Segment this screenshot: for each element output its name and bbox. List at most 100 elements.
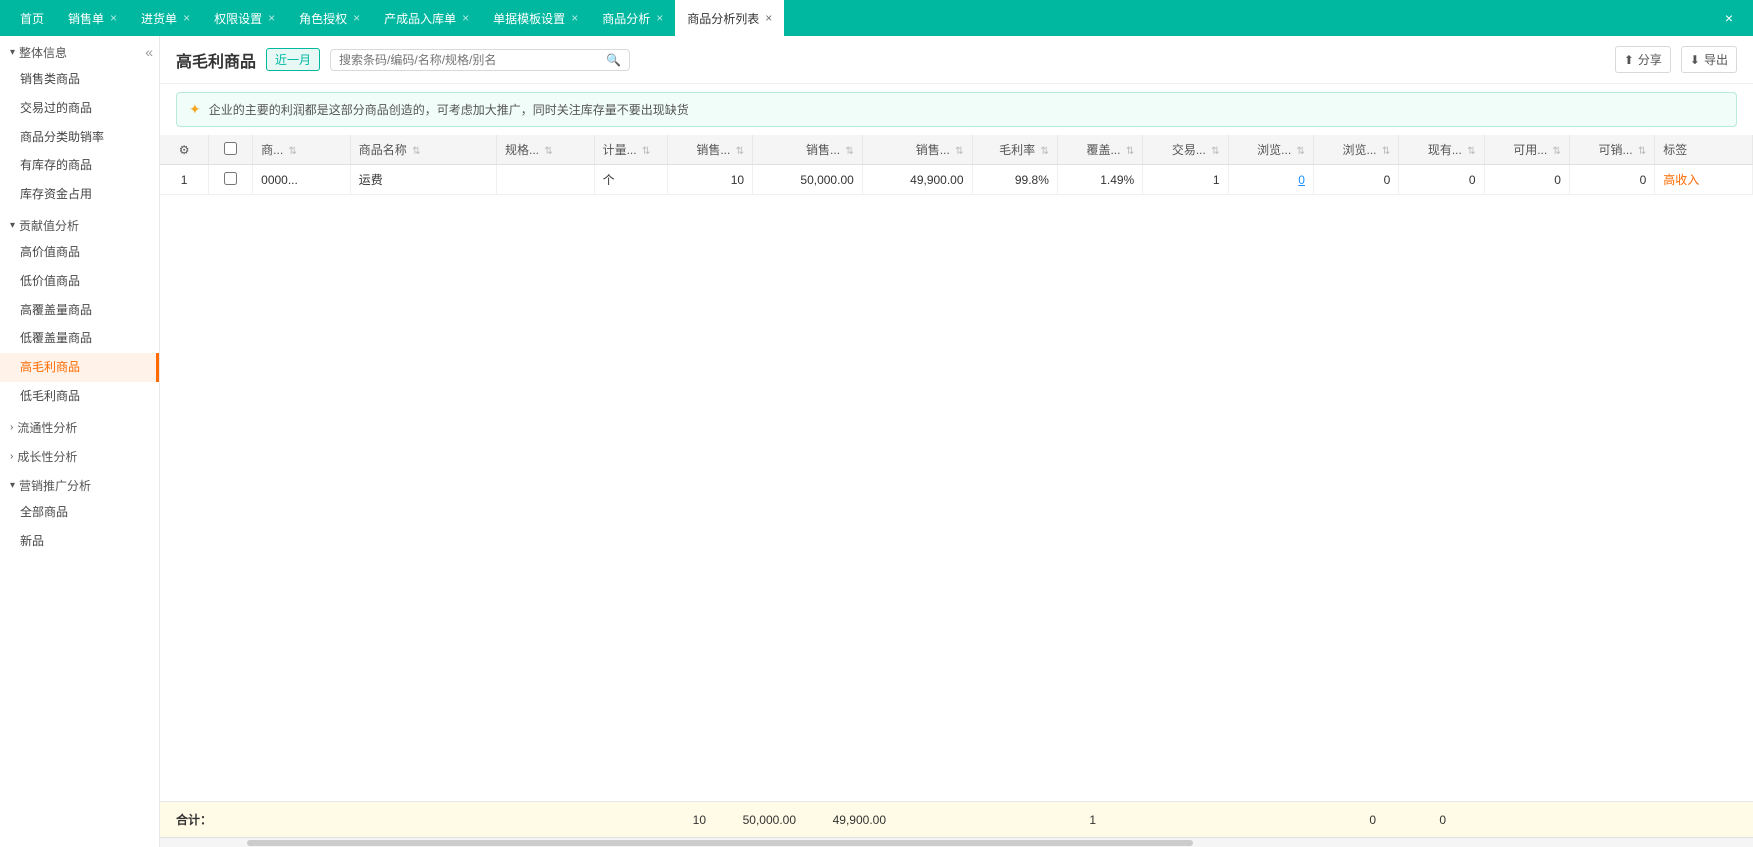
tab-purchase[interactable]: 进货单 × — [129, 0, 202, 36]
export-button[interactable]: ⬇ 导出 — [1681, 46, 1737, 73]
cell-trade: 1 — [1143, 165, 1228, 195]
col-header-sale-amt[interactable]: 销售... ⇅ — [753, 135, 863, 165]
tab-home[interactable]: 首页 — [8, 0, 56, 36]
share-button[interactable]: ⬆ 分享 — [1615, 46, 1671, 73]
sidebar-item-sales-goods[interactable]: 销售类商品 — [0, 65, 159, 94]
close-tab-sales[interactable]: × — [110, 11, 117, 25]
col-header-code[interactable]: 商... ⇅ — [253, 135, 351, 165]
sort-icon-sale-cost: ⇅ — [955, 146, 963, 157]
cell-sale-cost: 49,900.00 — [862, 165, 972, 195]
sidebar-group-overall[interactable]: ▾ 整体信息 — [0, 36, 159, 65]
sidebar-item-new-goods[interactable]: 新品 — [0, 527, 159, 556]
close-tab-goods-analysis-list[interactable]: × — [765, 11, 772, 25]
scrollbar-thumb[interactable] — [247, 840, 1193, 846]
group-arrow-contribution: ▾ — [10, 220, 15, 231]
sidebar-item-stock-capital[interactable]: 库存资金占用 — [0, 180, 159, 209]
window-close-button[interactable]: × — [1713, 10, 1745, 26]
tab-goods-analysis-list[interactable]: 商品分析列表 × — [675, 0, 784, 36]
cell-unit: 个 — [594, 165, 667, 195]
col-header-unit[interactable]: 计量... ⇅ — [594, 135, 667, 165]
col-header-trade[interactable]: 交易... ⇅ — [1143, 135, 1228, 165]
cell-stock2: 0 — [1484, 165, 1569, 195]
sidebar-item-traded-goods[interactable]: 交易过的商品 — [0, 94, 159, 123]
footer-sale-qty: 10 — [644, 813, 714, 827]
data-table: ⚙ 商... ⇅ 商品名称 ⇅ — [160, 135, 1753, 195]
search-icon[interactable]: 🔍 — [606, 53, 621, 67]
close-tab-goods-analysis[interactable]: × — [656, 11, 663, 25]
sort-icon-browse2: ⇅ — [1382, 146, 1390, 157]
group-arrow-overall: ▾ — [10, 47, 15, 58]
col-header-stock3[interactable]: 可销... ⇅ — [1569, 135, 1654, 165]
tab-role[interactable]: 角色授权 × — [287, 0, 372, 36]
close-tab-purchase[interactable]: × — [183, 11, 190, 25]
sort-icon-sale-amt: ⇅ — [845, 146, 853, 157]
search-input[interactable] — [339, 53, 606, 67]
content-area: 高毛利商品 近一月 🔍 ⬆ 分享 ⬇ 导出 ✦ 企业的主要的利润都是这部分商品创… — [160, 36, 1753, 847]
footer-bar: 合计： 10 50,000.00 49,900.00 1 0 0 — [160, 801, 1753, 837]
col-header-gross[interactable]: 毛利率 ⇅ — [972, 135, 1057, 165]
sort-icon-stock2: ⇅ — [1553, 146, 1561, 157]
col-header-browse2[interactable]: 浏览... ⇅ — [1313, 135, 1398, 165]
row-checkbox[interactable] — [224, 172, 237, 185]
col-header-sale-cost[interactable]: 销售... ⇅ — [862, 135, 972, 165]
sidebar-group-circulation[interactable]: › 流通性分析 — [0, 411, 159, 440]
sidebar-group-contribution[interactable]: ▾ 贡献值分析 — [0, 209, 159, 238]
time-filter-button[interactable]: 近一月 — [266, 48, 320, 71]
tab-product-in[interactable]: 产成品入库单 × — [372, 0, 481, 36]
cell-sale-qty: 10 — [667, 165, 752, 195]
close-tab-permission[interactable]: × — [268, 11, 275, 25]
select-all-checkbox[interactable] — [224, 142, 237, 155]
close-tab-product-in[interactable]: × — [462, 11, 469, 25]
col-header-spec[interactable]: 规格... ⇅ — [497, 135, 595, 165]
col-header-cover[interactable]: 覆盖... ⇅ — [1057, 135, 1142, 165]
cell-tag: 高收入 — [1655, 165, 1753, 195]
cell-browse2: 0 — [1313, 165, 1398, 195]
sidebar-group-marketing[interactable]: ▾ 营销推广分析 — [0, 469, 159, 498]
col-header-stock2[interactable]: 可用... ⇅ — [1484, 135, 1569, 165]
footer-sale-amt: 50,000.00 — [714, 813, 804, 827]
page-title: 高毛利商品 — [176, 48, 256, 72]
sidebar-item-low-coverage[interactable]: 低覆盖量商品 — [0, 324, 159, 353]
tab-template[interactable]: 单据模板设置 × — [481, 0, 590, 36]
sidebar-item-all-goods[interactable]: 全部商品 — [0, 498, 159, 527]
group-arrow-marketing: ▾ — [10, 480, 15, 491]
sidebar-item-high-value[interactable]: 高价值商品 — [0, 238, 159, 267]
tab-permission[interactable]: 权限设置 × — [202, 0, 287, 36]
info-icon: ✦ — [189, 101, 201, 118]
cell-browse1[interactable]: 0 — [1228, 165, 1313, 195]
tab-goods-analysis[interactable]: 商品分析 × — [590, 0, 675, 36]
main-layout: « ▾ 整体信息 销售类商品 交易过的商品 商品分类助销率 有库存的商品 库存资… — [0, 36, 1753, 847]
sort-icon-cover: ⇅ — [1126, 146, 1134, 157]
sidebar-group-growth[interactable]: › 成长性分析 — [0, 440, 159, 469]
sort-icon-stock1: ⇅ — [1467, 146, 1475, 157]
sidebar: « ▾ 整体信息 销售类商品 交易过的商品 商品分类助销率 有库存的商品 库存资… — [0, 36, 160, 847]
footer-stock2: 0 — [1314, 813, 1384, 827]
col-header-stock1[interactable]: 现有... ⇅ — [1399, 135, 1484, 165]
sidebar-item-high-coverage[interactable]: 高覆盖量商品 — [0, 296, 159, 325]
sidebar-collapse-button[interactable]: « — [145, 44, 153, 60]
cell-spec — [497, 165, 595, 195]
horizontal-scrollbar[interactable] — [160, 837, 1753, 847]
table-row: 1 0000... 运费 个 10 50,000.00 49,900.00 99… — [160, 165, 1753, 195]
sort-icon-code: ⇅ — [289, 146, 297, 157]
table-body: 1 0000... 运费 个 10 50,000.00 49,900.00 99… — [160, 165, 1753, 195]
sidebar-item-category-rate[interactable]: 商品分类助销率 — [0, 123, 159, 152]
col-header-browse1[interactable]: 浏览... ⇅ — [1228, 135, 1313, 165]
sort-icon-trade: ⇅ — [1211, 146, 1219, 157]
close-tab-template[interactable]: × — [571, 11, 578, 25]
cell-stock3: 0 — [1569, 165, 1654, 195]
col-header-name[interactable]: 商品名称 ⇅ — [350, 135, 496, 165]
col-header-sale-qty[interactable]: 销售... ⇅ — [667, 135, 752, 165]
sidebar-item-low-margin[interactable]: 低毛利商品 — [0, 382, 159, 411]
settings-icon[interactable]: ⚙ — [179, 143, 190, 157]
sidebar-item-stock-goods[interactable]: 有库存的商品 — [0, 151, 159, 180]
close-tab-role[interactable]: × — [353, 11, 360, 25]
sidebar-item-high-margin[interactable]: 高毛利商品 — [0, 353, 159, 382]
footer-sale-cost: 49,900.00 — [804, 813, 894, 827]
tab-sales[interactable]: 销售单 × — [56, 0, 129, 36]
sort-icon-gross: ⇅ — [1040, 146, 1048, 157]
sidebar-item-low-value[interactable]: 低价值商品 — [0, 267, 159, 296]
sort-icon-sale-qty: ⇅ — [736, 146, 744, 157]
cell-check — [209, 165, 253, 195]
cell-gross: 99.8% — [972, 165, 1057, 195]
